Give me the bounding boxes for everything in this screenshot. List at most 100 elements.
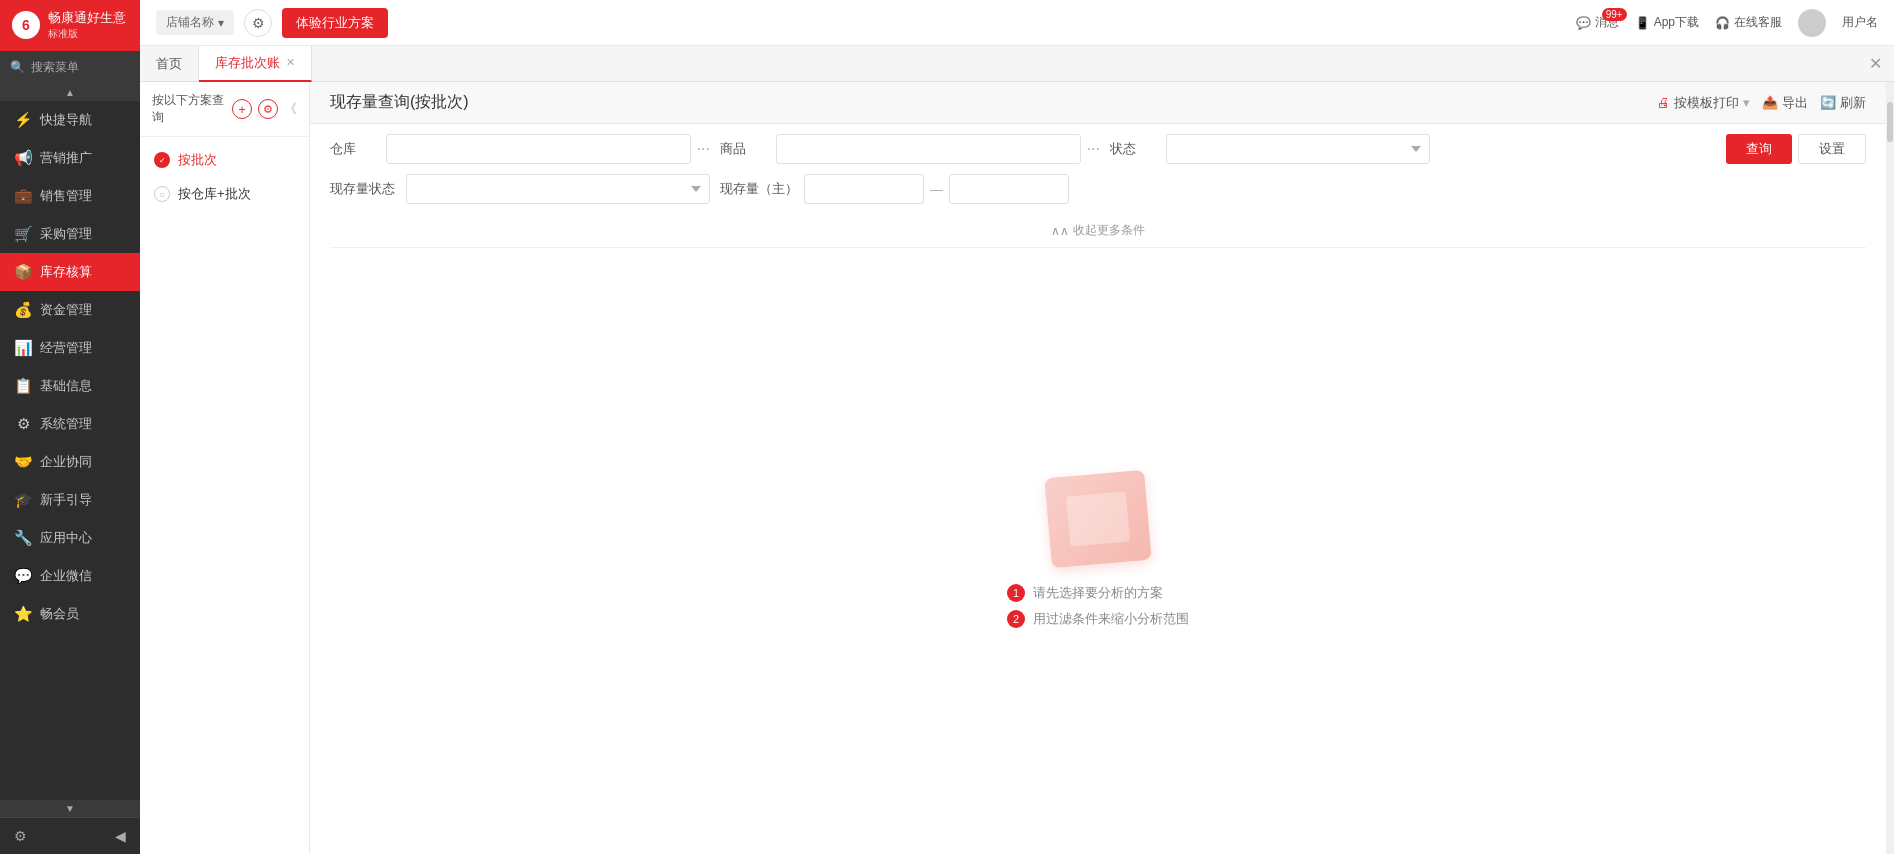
- operations-icon: 📊: [14, 339, 32, 357]
- sidebar-scroll-up[interactable]: ▲: [0, 84, 140, 101]
- print-label: 按模板打印: [1674, 94, 1739, 112]
- sidebar-logo: 6: [12, 11, 40, 39]
- sidebar-brand-name: 畅康通好生意: [48, 10, 126, 27]
- tab-home[interactable]: 首页: [140, 46, 199, 82]
- sidebar-search[interactable]: 🔍 搜索菜单: [0, 51, 140, 84]
- sidebar-item-quicknav[interactable]: ⚡ 快捷导航: [0, 101, 140, 139]
- filter-row-2: 现存量状态 现存量（主） —: [330, 174, 1866, 204]
- sidebar-item-enterprise[interactable]: 🤝 企业协同: [0, 443, 140, 481]
- scheme-inactive-indicator: ○: [154, 186, 170, 202]
- main-area: 店铺名称 ▾ ⚙ 体验行业方案 💬 消息 99+ 📱 App下载 🎧 在线客服: [140, 0, 1894, 854]
- collapse-more-btn[interactable]: ∧∧ 收起更多条件: [330, 214, 1866, 248]
- add-scheme-btn[interactable]: +: [232, 99, 252, 119]
- status-select[interactable]: [1166, 134, 1430, 164]
- sidebar-item-sales[interactable]: 💼 销售管理: [0, 177, 140, 215]
- export-label: 导出: [1782, 94, 1808, 112]
- app-download-btn[interactable]: 📱 App下载: [1635, 14, 1699, 31]
- scheme-item-batch[interactable]: ✓ 按批次: [140, 143, 309, 177]
- topbar-right: 💬 消息 99+ 📱 App下载 🎧 在线客服 用户名: [1576, 9, 1878, 37]
- topbar-gear-btn[interactable]: ⚙: [244, 9, 272, 37]
- right-scrollbar[interactable]: [1886, 82, 1894, 854]
- print-icon: 🖨: [1657, 95, 1670, 110]
- service-icon: 🎧: [1715, 16, 1730, 30]
- stock-qty-min[interactable]: [804, 174, 924, 204]
- trial-button[interactable]: 体验行业方案: [282, 8, 388, 38]
- refresh-btn[interactable]: 🔄 刷新: [1820, 94, 1866, 112]
- hint-num-1: 1: [1007, 584, 1025, 602]
- enterprise-icon: 🤝: [14, 453, 32, 471]
- store-name: 店铺名称: [166, 14, 214, 31]
- sidebar-item-label: 畅会员: [40, 605, 79, 623]
- product-input[interactable]: [776, 134, 1081, 164]
- message-icon: 💬: [1576, 16, 1591, 30]
- set-button[interactable]: 设置: [1798, 134, 1866, 164]
- sidebar-item-marketing[interactable]: 📢 营销推广: [0, 139, 140, 177]
- sidebar-item-system[interactable]: ⚙ 系统管理: [0, 405, 140, 443]
- scheme-item-warehouse-batch[interactable]: ○ 按仓库+批次: [140, 177, 309, 211]
- scheme-item-label: 按仓库+批次: [178, 185, 251, 203]
- warehouse-input[interactable]: [386, 134, 691, 164]
- user-avatar[interactable]: [1798, 9, 1826, 37]
- product-filter: 商品 ···: [720, 134, 1100, 164]
- empty-box-inner: [1066, 491, 1130, 546]
- messages-btn[interactable]: 💬 消息 99+: [1576, 14, 1619, 31]
- online-service-btn[interactable]: 🎧 在线客服: [1715, 14, 1782, 31]
- member-icon: ⭐: [14, 605, 32, 623]
- tab-inventory-batch[interactable]: 库存批次账 ✕: [199, 46, 312, 82]
- sidebar-item-label: 经营管理: [40, 339, 92, 357]
- sidebar-item-operations[interactable]: 📊 经营管理: [0, 329, 140, 367]
- warehouse-more-btn[interactable]: ···: [697, 140, 710, 158]
- page-title: 现存量查询(按批次): [330, 92, 469, 113]
- sidebar-item-finance[interactable]: 💰 资金管理: [0, 291, 140, 329]
- app-download-label: App下载: [1654, 14, 1699, 31]
- sidebar-item-wechat[interactable]: 💬 企业微信: [0, 557, 140, 595]
- sidebar-item-newuser[interactable]: 🎓 新手引导: [0, 481, 140, 519]
- collapse-more-label: 收起更多条件: [1073, 222, 1145, 239]
- sidebar-item-label: 系统管理: [40, 415, 92, 433]
- left-panel-collapse-btn[interactable]: 《: [284, 100, 297, 118]
- status-filter-label: 状态: [1110, 140, 1160, 158]
- page-header: 现存量查询(按批次) 🖨 按模板打印 ▾ 📤 导出 🔄 刷新: [310, 82, 1886, 124]
- scheme-item-label: 按批次: [178, 151, 217, 169]
- sidebar-scroll-down[interactable]: ▼: [0, 800, 140, 817]
- sidebar-item-label: 销售管理: [40, 187, 92, 205]
- refresh-icon: 🔄: [1820, 95, 1836, 110]
- stock-qty-max[interactable]: [949, 174, 1069, 204]
- stock-status-select[interactable]: [406, 174, 710, 204]
- right-panel: 现存量查询(按批次) 🖨 按模板打印 ▾ 📤 导出 🔄 刷新: [310, 82, 1886, 854]
- wechat-icon: 💬: [14, 567, 32, 585]
- sidebar-item-inventory[interactable]: 📦 库存核算: [0, 253, 140, 291]
- content-area: 按以下方案查询 + ⚙ 《 ✓ 按批次: [140, 82, 1894, 854]
- query-button[interactable]: 查询: [1726, 134, 1792, 164]
- scheme-settings-btn[interactable]: ⚙: [258, 99, 278, 119]
- inventory-icon: 📦: [14, 263, 32, 281]
- sidebar-item-purchase[interactable]: 🛒 采购管理: [0, 215, 140, 253]
- sidebar-item-label: 企业协同: [40, 453, 92, 471]
- chevron-up-icon: ∧∧: [1051, 224, 1069, 238]
- store-selector[interactable]: 店铺名称 ▾: [156, 10, 234, 35]
- sidebar-item-label: 库存核算: [40, 263, 92, 281]
- basics-icon: 📋: [14, 377, 32, 395]
- sidebar-item-basics[interactable]: 📋 基础信息: [0, 367, 140, 405]
- filter-actions: 查询 设置: [1726, 134, 1866, 164]
- empty-box-graphic: [1044, 470, 1151, 568]
- sidebar-item-member[interactable]: ⭐ 畅会员: [0, 595, 140, 633]
- sidebar-item-apps[interactable]: 🔧 应用中心: [0, 519, 140, 557]
- footer-collapse-btn[interactable]: ◀: [115, 828, 126, 844]
- search-label: 搜索菜单: [31, 59, 79, 76]
- purchase-icon: 🛒: [14, 225, 32, 243]
- user-name: 用户名: [1842, 14, 1878, 31]
- stock-qty-label: 现存量（主）: [720, 180, 798, 198]
- footer-settings-btn[interactable]: ⚙: [14, 828, 27, 844]
- page-actions: 🖨 按模板打印 ▾ 📤 导出 🔄 刷新: [1657, 94, 1866, 112]
- tab-inventory-batch-label: 库存批次账: [215, 54, 280, 72]
- empty-hint-2: 2 用过滤条件来缩小分析范围: [1007, 610, 1189, 628]
- print-btn[interactable]: 🖨 按模板打印 ▾: [1657, 94, 1750, 112]
- range-dash: —: [930, 182, 943, 197]
- product-more-btn[interactable]: ···: [1087, 140, 1100, 158]
- tab-panel-close-btn[interactable]: ✕: [1857, 54, 1894, 73]
- tab-close-btn[interactable]: ✕: [286, 56, 295, 69]
- print-dropdown-icon: ▾: [1743, 95, 1750, 110]
- marketing-icon: 📢: [14, 149, 32, 167]
- export-btn[interactable]: 📤 导出: [1762, 94, 1808, 112]
